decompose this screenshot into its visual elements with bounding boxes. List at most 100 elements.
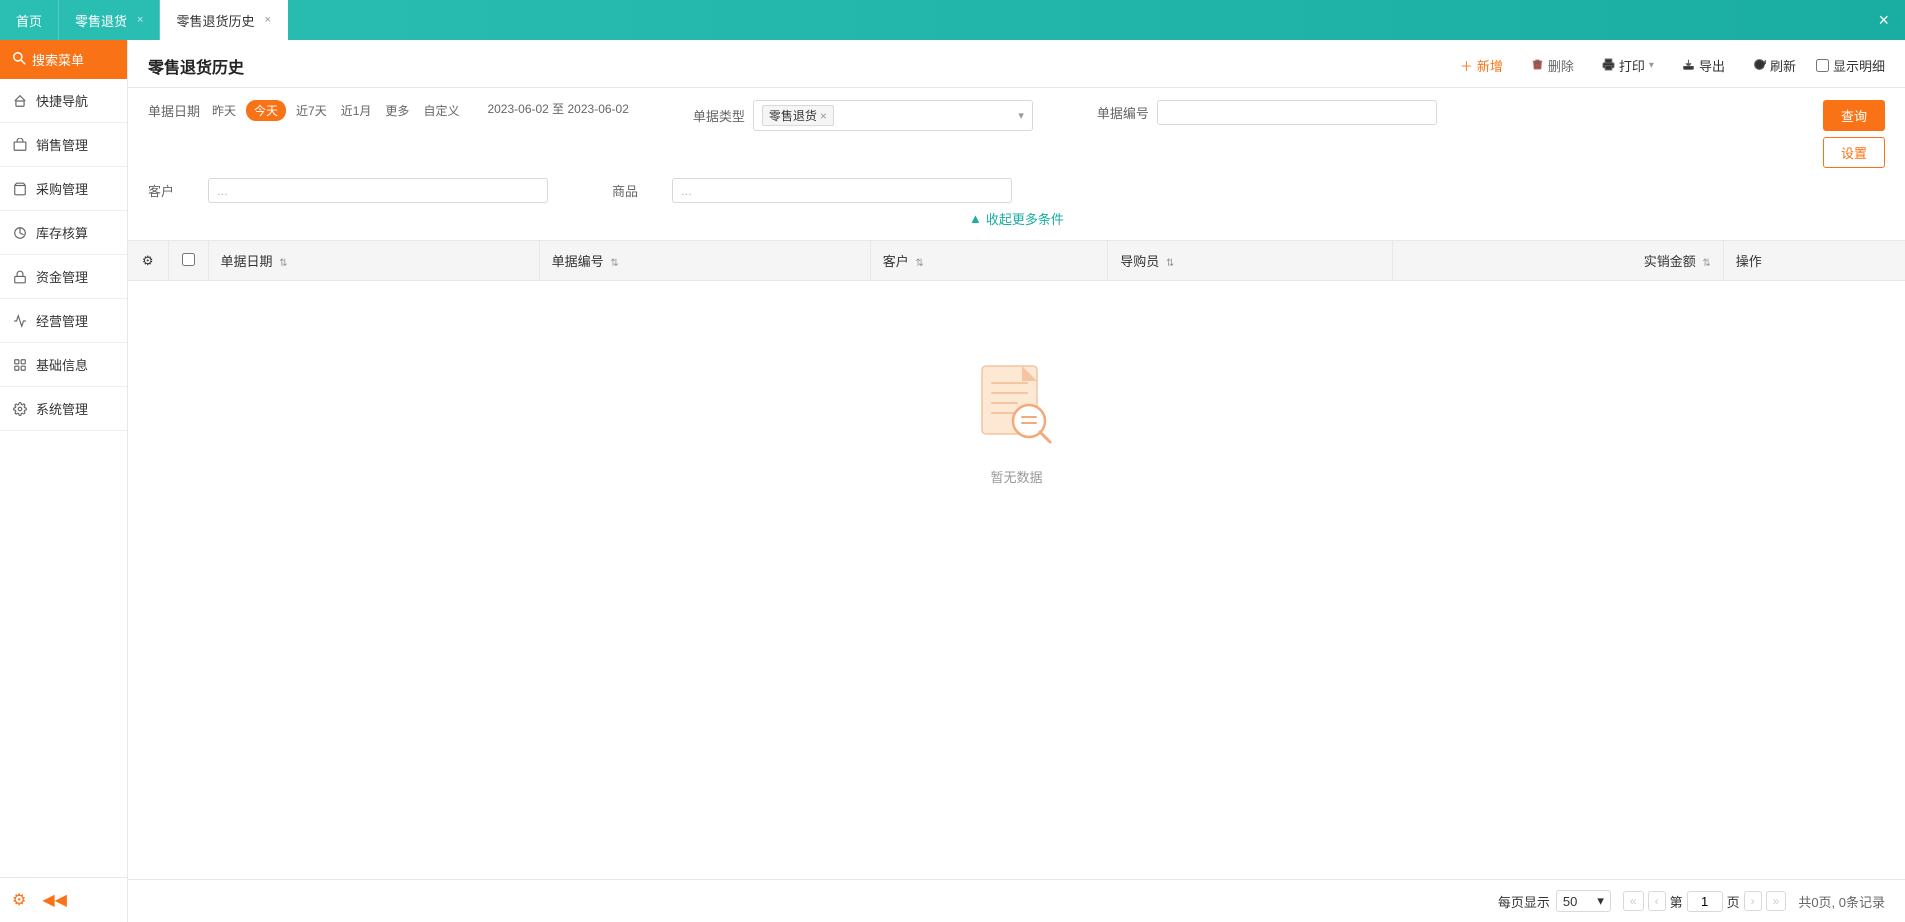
volume-icon[interactable]: ◀◀ [42,890,67,910]
sidebar-search-label: 搜索菜单 [32,50,84,69]
query-button[interactable]: 查询 [1823,100,1885,131]
main-layout: 搜索菜单 快捷导航 销售管理 采购管理 库存核算 [0,40,1905,922]
print-dropdown-icon: ▾ [1649,60,1654,71]
empty-state: 暂无数据 [128,281,1905,566]
date-custom[interactable]: 自定义 [419,100,463,121]
th-settings[interactable]: ⚙ [128,241,168,281]
type-tag-remove[interactable]: × [820,109,827,123]
docno-input[interactable] [1157,100,1437,125]
collapse-label: 收起更多条件 [986,209,1064,228]
sidebar-item-quick-nav[interactable]: 快捷导航 [0,79,127,123]
sidebar-item-operations-label: 经营管理 [36,311,88,330]
date-last1m[interactable]: 近1月 [337,100,376,121]
th-customer: 客户 ⇅ [870,241,1108,281]
settings-gear-icon[interactable]: ⚙ [12,890,26,910]
th-guide-sort-icon[interactable]: ⇅ [1166,258,1174,269]
date-today[interactable]: 今天 [246,100,286,121]
tab-retail-return-history-label: 零售退货历史 [176,11,254,30]
sidebar-item-inventory[interactable]: 库存核算 [0,211,127,255]
th-checkbox[interactable] [168,241,208,281]
type-select[interactable]: 零售退货 × ▾ [753,100,1033,131]
page-size-dropdown[interactable]: 50 ▾ [1556,890,1611,912]
sidebar-item-inventory-label: 库存核算 [36,223,88,242]
tab-retail-return-history[interactable]: 零售退货历史 × [160,0,287,40]
refresh-button[interactable]: 刷新 [1745,52,1804,79]
next-page-button[interactable]: › [1744,891,1762,911]
finance-icon [12,269,28,285]
first-page-button[interactable]: « [1623,891,1644,911]
th-date: 单据日期 ⇅ [208,241,539,281]
tab-retail-return-history-close[interactable]: × [264,14,270,26]
delete-icon [1531,58,1544,74]
sidebar-item-purchase-label: 采购管理 [36,179,88,198]
select-all-checkbox[interactable] [182,253,195,266]
customer-placeholder: ... [217,183,228,198]
print-button[interactable]: 打印 ▾ [1594,52,1662,79]
sidebar-item-purchase[interactable]: 采购管理 [0,167,127,211]
home-icon [12,93,28,109]
th-date-label: 单据日期 [221,254,273,269]
tab-retail-return[interactable]: 零售退货 × [59,0,160,40]
last-page-button[interactable]: » [1766,891,1787,911]
sidebar-item-finance[interactable]: 资金管理 [0,255,127,299]
page-number-input[interactable] [1687,891,1723,912]
date-filter: 单据日期 昨天 今天 近7天 近1月 更多 自定义 [148,100,463,121]
tab-retail-return-close[interactable]: × [137,14,143,26]
tab-home[interactable]: 首页 [0,0,59,40]
th-docno-sort-icon[interactable]: ⇅ [610,258,618,269]
page-input-group: 第 页 [1670,891,1740,912]
th-guide: 导购员 ⇅ [1108,241,1392,281]
export-label: 导出 [1699,56,1725,75]
filter-row-2: 客户 ... 商品 ... [148,178,1885,203]
th-docno-label: 单据编号 [552,254,604,269]
date-last7[interactable]: 近7天 [292,100,331,121]
show-detail-checkbox-group[interactable]: 显示明细 [1816,56,1885,75]
docno-filter: 单据编号 [1097,100,1437,125]
data-table: ⚙ 单据日期 ⇅ 单据编号 ⇅ [128,241,1905,281]
date-yesterday[interactable]: 昨天 [208,100,240,121]
print-label: 打印 [1619,56,1645,75]
sidebar: 搜索菜单 快捷导航 销售管理 采购管理 库存核算 [0,40,128,922]
type-tag: 零售退货 × [762,105,834,126]
sidebar-search[interactable]: 搜索菜单 [0,40,127,79]
export-button[interactable]: 导出 [1674,52,1733,79]
empty-icon [967,361,1067,451]
th-action-label: 操作 [1736,254,1762,269]
sidebar-item-system[interactable]: 系统管理 [0,387,127,431]
th-amount-sort-icon[interactable]: ⇅ [1702,258,1710,269]
print-icon [1602,58,1615,74]
tab-home-label: 首页 [16,11,42,30]
page-size-dropdown-icon: ▾ [1597,893,1604,909]
type-select-dropdown-icon: ▾ [1018,109,1024,122]
customer-filter: 客户 ... [148,178,548,203]
settings-button[interactable]: 设置 [1823,137,1885,168]
th-docno: 单据编号 ⇅ [539,241,870,281]
delete-button[interactable]: 删除 [1523,52,1582,79]
th-customer-sort-icon[interactable]: ⇅ [915,258,923,269]
collapse-button[interactable]: ▲ 收起更多条件 [148,209,1885,228]
system-icon [12,401,28,417]
window-close-button[interactable]: × [1862,10,1905,31]
sidebar-item-basic-info[interactable]: 基础信息 [0,343,127,387]
th-date-sort-icon[interactable]: ⇅ [279,258,287,269]
table-container: ⚙ 单据日期 ⇅ 单据编号 ⇅ [128,241,1905,879]
search-icon [12,51,26,68]
goods-input[interactable]: ... [672,178,1012,203]
delete-label: 删除 [1548,56,1574,75]
date-more[interactable]: 更多 [381,100,413,121]
sidebar-item-operations[interactable]: 经营管理 [0,299,127,343]
page-unit: 页 [1727,892,1740,911]
sidebar-item-quick-nav-label: 快捷导航 [36,91,88,110]
new-button[interactable]: ＋ 新增 [1452,52,1511,79]
show-detail-checkbox[interactable] [1816,59,1829,72]
collapse-up-icon: ▲ [969,211,982,226]
sidebar-item-sales[interactable]: 销售管理 [0,123,127,167]
goods-filter: 商品 ... [612,178,1012,203]
prev-page-button[interactable]: ‹ [1648,891,1666,911]
date-filter-label: 单据日期 [148,101,200,120]
export-icon [1682,58,1695,74]
filter-row-1: 单据日期 昨天 今天 近7天 近1月 更多 自定义 2023-06-02 至 2… [148,100,1885,168]
column-settings-icon[interactable]: ⚙ [142,253,154,268]
customer-input[interactable]: ... [208,178,548,203]
th-customer-label: 客户 [883,254,909,269]
